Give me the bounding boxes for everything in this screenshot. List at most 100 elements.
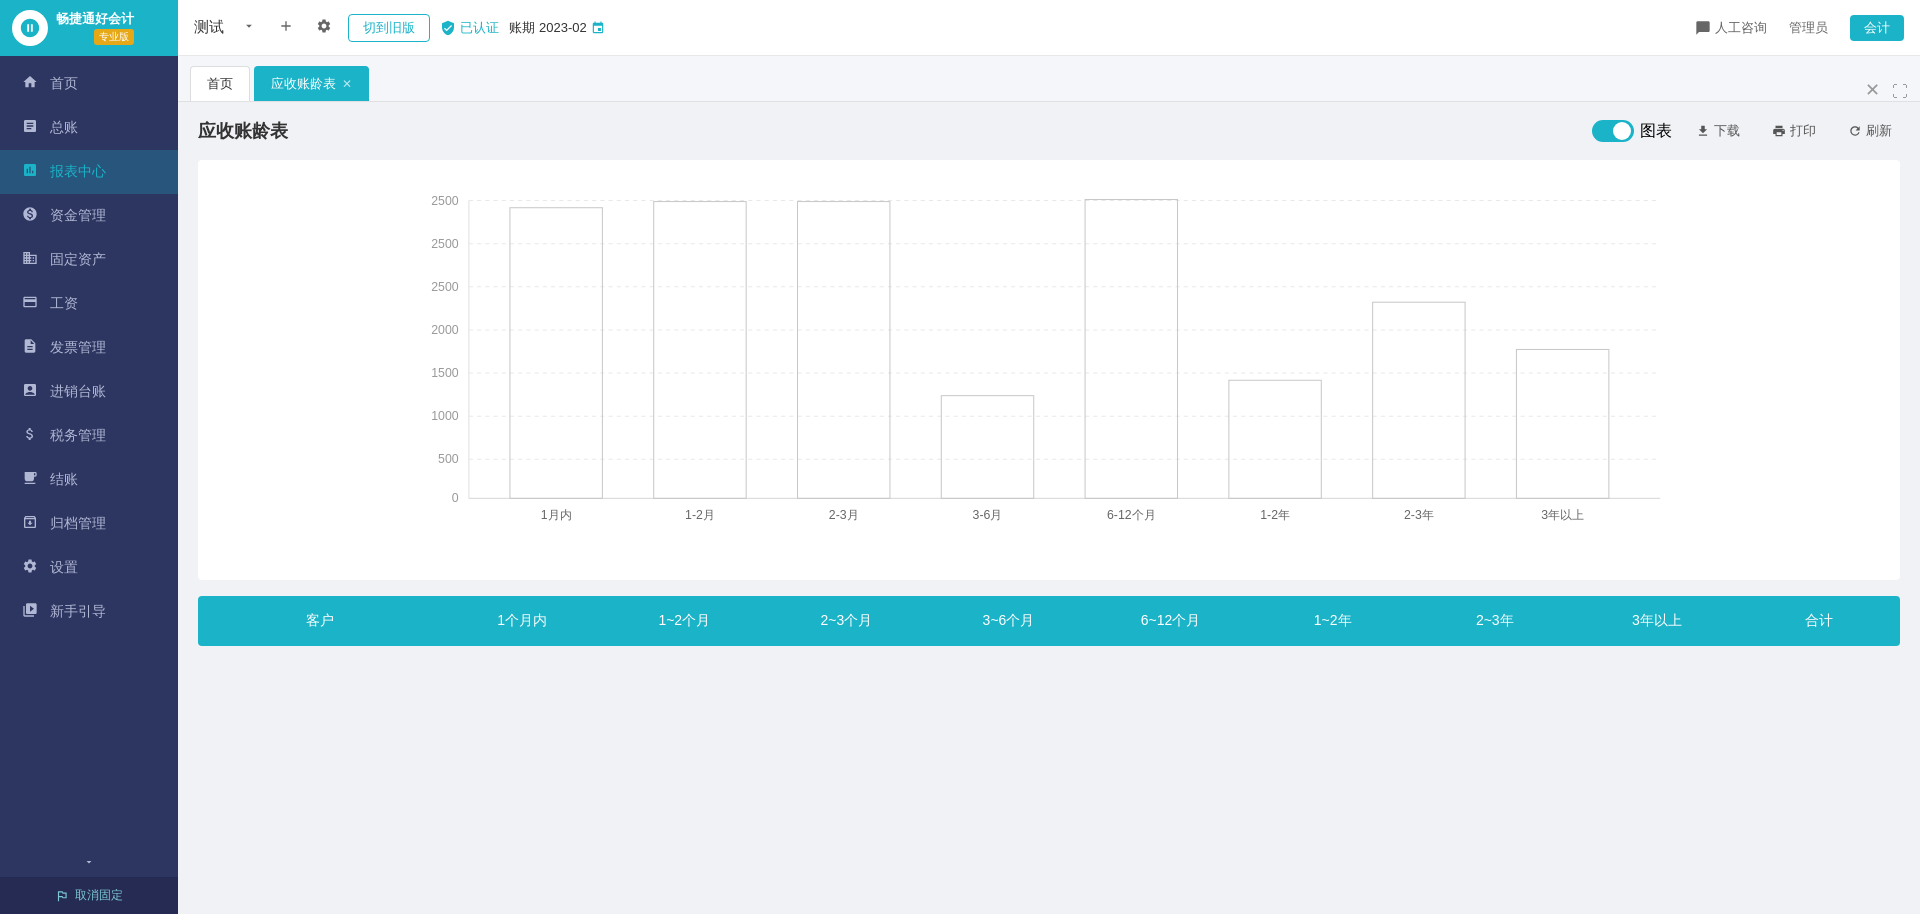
- header-right: 人工咨询 管理员 会计: [1695, 15, 1904, 41]
- th-2-3year: 2~3年: [1414, 596, 1576, 646]
- guide-icon: [20, 602, 40, 622]
- reports-icon: [20, 162, 40, 182]
- svg-text:2-3月: 2-3月: [829, 508, 859, 522]
- sidebar-item-settings-label: 设置: [50, 559, 78, 577]
- assets-icon: [20, 250, 40, 270]
- page-tools: 图表 下载 打印 刷新: [1592, 118, 1900, 144]
- tab-aging[interactable]: 应收账龄表 ✕: [254, 66, 369, 101]
- th-total: 合计: [1738, 596, 1900, 646]
- sidebar-item-checkout[interactable]: 结账: [0, 458, 178, 502]
- refresh-btn[interactable]: 刷新: [1840, 118, 1900, 144]
- sidebar-item-reports[interactable]: 报表中心: [0, 150, 178, 194]
- sidebar-scroll-down[interactable]: [0, 850, 178, 877]
- sidebar-item-funds-label: 资金管理: [50, 207, 106, 225]
- svg-text:2500: 2500: [431, 194, 459, 208]
- table-header: 客户 1个月内 1~2个月 2~3个月 3~6个月 6~12个月 1~2年 2~…: [198, 596, 1900, 646]
- cancel-fixed-label: 取消固定: [75, 887, 123, 904]
- sidebar-item-archive[interactable]: 归档管理: [0, 502, 178, 546]
- page-header: 应收账龄表 图表 下载 打印: [198, 118, 1900, 144]
- archive-icon: [20, 514, 40, 534]
- chart-container: 2500 2500 2500 2000 1500 1000 500 0: [198, 160, 1900, 580]
- th-1month: 1个月内: [441, 596, 603, 646]
- sidebar-item-assets[interactable]: 固定资产: [0, 238, 178, 282]
- tab-home[interactable]: 首页: [190, 66, 250, 101]
- svg-rect-24: [941, 396, 1033, 499]
- svg-text:0: 0: [452, 491, 459, 505]
- sidebar-item-tax-label: 税务管理: [50, 427, 106, 445]
- sidebar-item-settings[interactable]: 设置: [0, 546, 178, 590]
- svg-text:2500: 2500: [431, 280, 459, 294]
- sidebar-item-purchase[interactable]: 进销台账: [0, 370, 178, 414]
- switch-version-btn[interactable]: 切到旧版: [348, 14, 430, 42]
- svg-rect-23: [798, 202, 890, 499]
- accountant-btn[interactable]: 会计: [1850, 15, 1904, 41]
- svg-rect-17: [510, 208, 602, 499]
- svg-text:1000: 1000: [431, 409, 459, 423]
- sidebar-item-guide-label: 新手引导: [50, 603, 106, 621]
- page-title: 应收账龄表: [198, 119, 288, 143]
- header-actions: 切到旧版 已认证 账期 2023-02: [236, 14, 605, 42]
- sidebar-item-invoice[interactable]: 发票管理: [0, 326, 178, 370]
- svg-rect-31: [1373, 302, 1465, 498]
- svg-rect-33: [1516, 349, 1608, 498]
- sidebar-item-guide[interactable]: 新手引导: [0, 590, 178, 634]
- add-workspace-btn[interactable]: [272, 14, 300, 42]
- sidebar-item-checkout-label: 结账: [50, 471, 78, 489]
- logo-icon: [12, 10, 48, 46]
- sidebar-item-archive-label: 归档管理: [50, 515, 106, 533]
- sidebar-item-invoice-label: 发票管理: [50, 339, 106, 357]
- workspace-name: 测试: [194, 18, 224, 37]
- svg-rect-25: [941, 396, 1033, 499]
- edition-badge: 专业版: [94, 29, 134, 45]
- svg-rect-30: [1373, 302, 1465, 498]
- logo-area: 畅捷通好会计 专业版: [0, 0, 178, 56]
- svg-rect-21: [654, 202, 746, 499]
- toggle-track[interactable]: [1592, 120, 1634, 142]
- download-label: 下载: [1714, 122, 1740, 140]
- tab-aging-close[interactable]: ✕: [342, 77, 352, 91]
- certified-badge: 已认证: [440, 19, 499, 37]
- download-btn[interactable]: 下载: [1688, 118, 1748, 144]
- funds-icon: [20, 206, 40, 226]
- purchase-icon: [20, 382, 40, 402]
- svg-rect-27: [1085, 200, 1177, 499]
- svg-rect-32: [1516, 349, 1608, 498]
- sidebar-item-ledger[interactable]: 总账: [0, 106, 178, 150]
- sidebar-item-assets-label: 固定资产: [50, 251, 106, 269]
- home-icon: [20, 74, 40, 94]
- period-value: 2023-02: [539, 20, 587, 35]
- sidebar-item-funds[interactable]: 资金管理: [0, 194, 178, 238]
- close-panel-btn[interactable]: ✕: [1865, 79, 1880, 101]
- ledger-icon: [20, 118, 40, 138]
- toggle-thumb: [1613, 122, 1631, 140]
- tab-home-label: 首页: [207, 75, 233, 93]
- cancel-fixed-btn[interactable]: 取消固定: [0, 877, 178, 914]
- th-3year-plus: 3年以上: [1576, 596, 1738, 646]
- wages-icon: [20, 294, 40, 314]
- svg-rect-22: [798, 202, 890, 499]
- table-container: 客户 1个月内 1~2个月 2~3个月 3~6个月 6~12个月 1~2年 2~…: [198, 596, 1900, 646]
- user-btn[interactable]: 管理员: [1781, 15, 1836, 41]
- print-btn[interactable]: 打印: [1764, 118, 1824, 144]
- certified-label: 已认证: [460, 19, 499, 37]
- sidebar-item-home[interactable]: 首页: [0, 62, 178, 106]
- workspace-settings-btn[interactable]: [310, 14, 338, 42]
- svg-text:6-12个月: 6-12个月: [1107, 508, 1156, 522]
- th-6-12month: 6~12个月: [1090, 596, 1252, 646]
- print-label: 打印: [1790, 122, 1816, 140]
- invoice-icon: [20, 338, 40, 358]
- sidebar-item-tax[interactable]: 税务管理: [0, 414, 178, 458]
- workspace-dropdown-btn[interactable]: [236, 15, 262, 41]
- main-area: 测试 切到旧版 已认证 账期 2023-02: [178, 0, 1920, 914]
- sidebar-item-wages[interactable]: 工资: [0, 282, 178, 326]
- svg-text:3-6月: 3-6月: [973, 508, 1003, 522]
- svg-text:1月内: 1月内: [541, 508, 572, 522]
- svg-rect-19: [510, 208, 602, 499]
- tab-aging-label: 应收账龄表: [271, 75, 336, 93]
- consult-btn[interactable]: 人工咨询: [1695, 19, 1767, 37]
- th-1-2month: 1~2个月: [603, 596, 765, 646]
- th-3-6month: 3~6个月: [927, 596, 1089, 646]
- svg-text:1-2月: 1-2月: [685, 508, 715, 522]
- chart-toggle[interactable]: 图表: [1592, 120, 1672, 142]
- expand-panel-btn[interactable]: ⛶: [1892, 83, 1908, 101]
